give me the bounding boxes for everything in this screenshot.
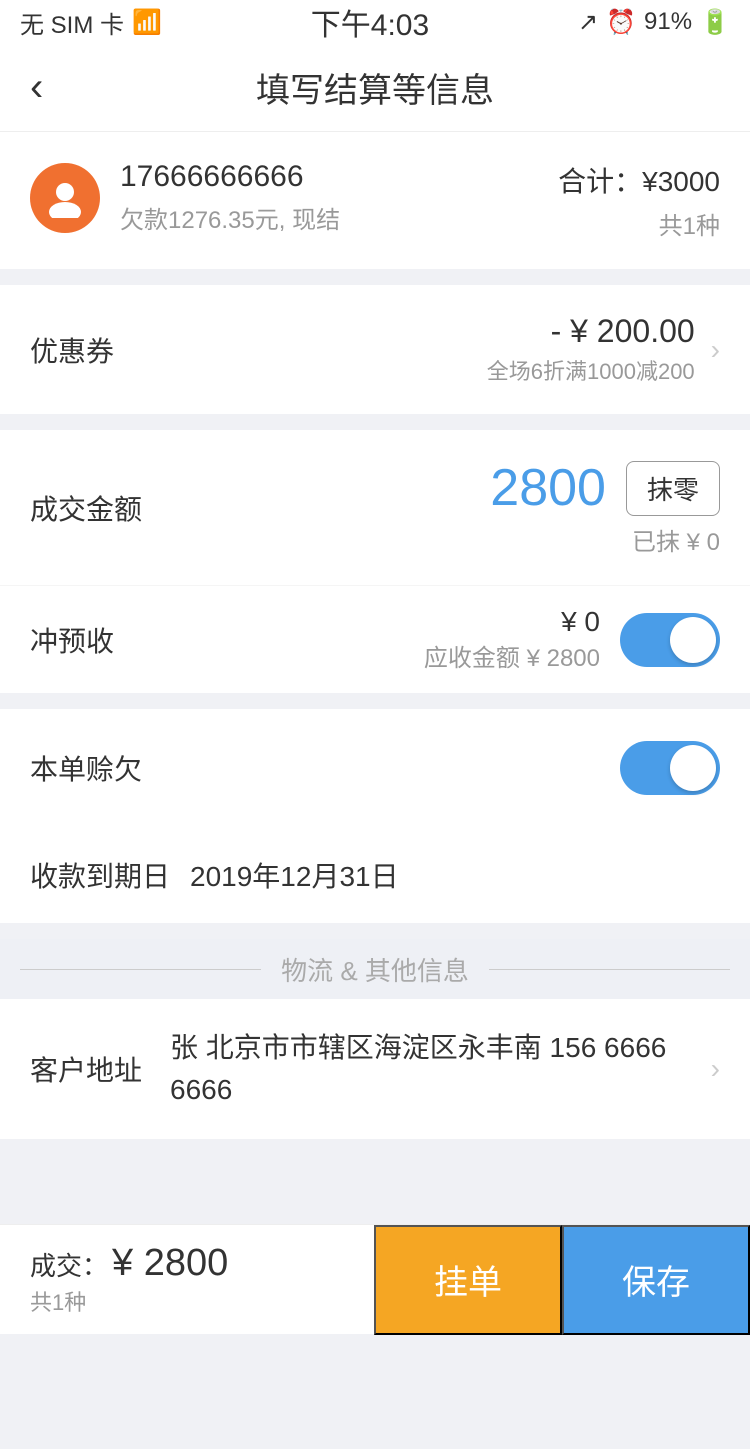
bottom-summary: 成交： ¥ 2800 共1种: [0, 1242, 374, 1317]
coupon-right: - ¥ 200.00 全场6折满1000减200: [487, 313, 695, 386]
address-value: 张 北京市市辖区海淀区永丰南 156 6666 6666: [170, 1027, 691, 1111]
divider-line-left: [20, 969, 261, 970]
customer-sub: 欠款1276.35元, 现结: [120, 200, 340, 235]
chong-row: 冲预收 ¥ 0 应收金额 ¥ 2800: [0, 586, 750, 693]
customer-total: 合计：¥3000: [558, 160, 720, 200]
battery-level: 91%: [644, 8, 692, 36]
avatar: [30, 163, 100, 233]
bottom-deal-label: 成交：: [30, 1246, 108, 1283]
alarm-icon: ⏰: [606, 8, 636, 37]
coupon-desc: 全场6折满1000减200: [487, 354, 695, 386]
customer-left: 17666666666 欠款1276.35元, 现结: [30, 160, 340, 235]
customer-info: 17666666666 欠款1276.35元, 现结: [120, 160, 340, 235]
debt-row: 本单赊欠: [0, 709, 750, 827]
wifi-icon: 📶: [132, 8, 162, 37]
chong-right: ¥ 0 应收金额 ¥ 2800: [424, 606, 720, 673]
divider-3: [0, 693, 750, 709]
chong-label: 冲预收: [30, 620, 114, 660]
chong-sub: 应收金额 ¥ 2800: [424, 638, 600, 673]
nav-bar: ‹ 填写结算等信息: [0, 44, 750, 132]
no-sim-label: 无 SIM 卡: [20, 5, 124, 40]
deal-amount-sub: 已抹 ¥ 0: [490, 522, 720, 557]
status-right: ↗ ⏰ 91% 🔋: [578, 8, 730, 37]
chong-toggle[interactable]: [620, 613, 720, 667]
coupon-section: 优惠券 - ¥ 200.00 全场6折满1000减200 ›: [0, 285, 750, 414]
deal-amount-value: 2800 抹零: [490, 458, 720, 518]
bottom-count: 共1种: [30, 1285, 344, 1317]
divider-2: [0, 414, 750, 430]
coupon-value-right: - ¥ 200.00 全场6折满1000减200 ›: [487, 313, 720, 386]
due-date-label: 收款到期日: [30, 855, 170, 895]
divider-1: [0, 269, 750, 285]
logistics-divider: 物流 & 其他信息: [0, 939, 750, 999]
customer-right: 合计：¥3000 共1种: [558, 160, 720, 241]
coupon-chevron: ›: [711, 334, 720, 366]
chong-value: ¥ 0 应收金额 ¥ 2800: [424, 606, 600, 673]
deal-amount-right: 2800 抹零 已抹 ¥ 0: [490, 458, 720, 557]
deal-section: 成交金额 2800 抹零 已抹 ¥ 0 冲预收 ¥ 0 应收金额 ¥ 2800: [0, 430, 750, 693]
location-icon: ↗: [578, 8, 598, 37]
bottom-bar: 成交： ¥ 2800 共1种 挂单 保存: [0, 1224, 750, 1334]
address-row[interactable]: 客户地址 张 北京市市辖区海淀区永丰南 156 6666 6666 ›: [0, 999, 750, 1139]
battery-icon: 🔋: [700, 8, 730, 37]
due-date-value: 2019年12月31日: [190, 855, 399, 895]
address-chevron: ›: [711, 1053, 720, 1085]
debt-label: 本单赊欠: [30, 748, 142, 788]
chong-amount: ¥ 0: [424, 606, 600, 638]
status-time: 下午4:03: [311, 0, 429, 44]
customer-count: 共1种: [558, 206, 720, 241]
coupon-amount: - ¥ 200.00: [487, 313, 695, 350]
deal-amount-label: 成交金额: [30, 488, 142, 528]
customer-card: 17666666666 欠款1276.35元, 现结 合计：¥3000 共1种: [0, 132, 750, 269]
hold-button[interactable]: 挂单: [374, 1225, 562, 1335]
bottom-deal-row: 成交： ¥ 2800: [30, 1242, 344, 1285]
status-bar: 无 SIM 卡 📶 下午4:03 ↗ ⏰ 91% 🔋: [0, 0, 750, 44]
deal-amount-row: 成交金额 2800 抹零 已抹 ¥ 0: [0, 430, 750, 586]
logistics-text: 物流 & 其他信息: [281, 951, 469, 988]
customer-phone: 17666666666: [120, 160, 340, 194]
debt-section: 本单赊欠 收款到期日 2019年12月31日: [0, 709, 750, 923]
bottom-amount: ¥ 2800: [112, 1242, 228, 1285]
divider-line-right: [489, 969, 730, 970]
divider-4: [0, 923, 750, 939]
back-button[interactable]: ‹: [30, 65, 90, 110]
coupon-row[interactable]: 优惠券 - ¥ 200.00 全场6折满1000减200 ›: [0, 285, 750, 414]
coupon-label: 优惠券: [30, 330, 114, 370]
save-button[interactable]: 保存: [562, 1225, 750, 1335]
status-left: 无 SIM 卡 📶: [20, 5, 162, 40]
due-date-row: 收款到期日 2019年12月31日: [0, 827, 750, 923]
debt-toggle[interactable]: [620, 741, 720, 795]
round-zero-button[interactable]: 抹零: [626, 461, 720, 516]
address-label: 客户地址: [30, 1049, 150, 1089]
deal-amount-number: 2800: [490, 458, 606, 518]
page-title: 填写结算等信息: [90, 63, 660, 112]
